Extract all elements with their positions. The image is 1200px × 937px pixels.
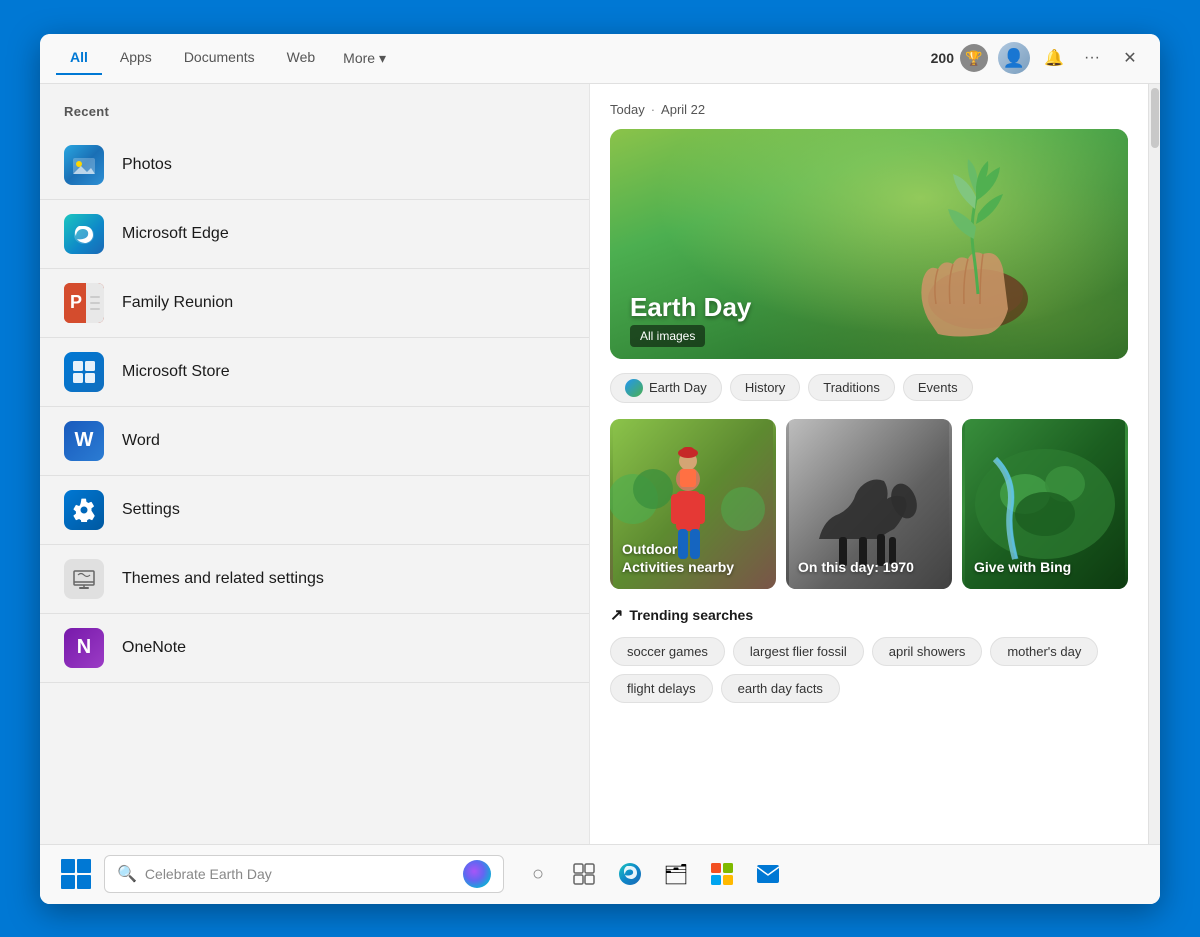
edge-taskbar-icon[interactable] — [616, 860, 644, 888]
tag-earth-day[interactable]: Earth Day — [610, 373, 722, 403]
trending-title: ↗ Trending searches — [610, 605, 1128, 625]
date-label: Today · April 22 — [610, 102, 1128, 117]
right-panel: Today · April 22 — [590, 84, 1148, 904]
top-bar-right: 200 🏆 👤 🔔 ··· ✕ — [931, 42, 1144, 74]
settings-icon — [64, 490, 104, 530]
app-name-word: Word — [122, 432, 160, 450]
tab-documents[interactable]: Documents — [170, 41, 269, 75]
app-item-edge[interactable]: Microsoft Edge — [40, 200, 589, 269]
task-view-icon[interactable] — [570, 860, 598, 888]
edge-icon — [64, 214, 104, 254]
earth-globe-icon — [625, 379, 643, 397]
app-item-family-reunion[interactable]: P Family Reunion — [40, 269, 589, 338]
card-bing-label: Give with Bing — [974, 558, 1071, 576]
tag-events[interactable]: Events — [903, 374, 973, 401]
app-item-store[interactable]: Microsoft Store — [40, 338, 589, 407]
themes-icon — [64, 559, 104, 599]
app-name-edge: Microsoft Edge — [122, 225, 229, 243]
close-icon[interactable]: ✕ — [1116, 44, 1144, 72]
trending-section: ↗ Trending searches soccer games largest… — [610, 605, 1128, 703]
photos-icon — [64, 145, 104, 185]
app-item-themes[interactable]: Themes and related settings — [40, 545, 589, 614]
app-name-family-reunion: Family Reunion — [122, 294, 233, 312]
tag-history[interactable]: History — [730, 374, 800, 401]
store-taskbar-icon[interactable] — [708, 860, 736, 888]
date-separator: · — [651, 102, 655, 117]
score-badge: 200 🏆 — [931, 44, 988, 72]
search-placeholder: Celebrate Earth Day — [145, 866, 455, 882]
trending-chip-3[interactable]: mother's day — [990, 637, 1098, 666]
app-name-settings: Settings — [122, 501, 180, 519]
more-options-icon[interactable]: ··· — [1078, 44, 1106, 72]
cards-row: OutdoorActivities nearby — [610, 419, 1128, 589]
app-item-settings[interactable]: Settings — [40, 476, 589, 545]
recent-label: Recent — [40, 104, 589, 131]
trending-chip-0[interactable]: soccer games — [610, 637, 725, 666]
trending-title-text: Trending searches — [629, 607, 753, 623]
person-icon[interactable]: 🔔 — [1040, 44, 1068, 72]
file-explorer-taskbar-icon[interactable]: 🗂 — [662, 860, 690, 888]
trending-chip-2[interactable]: april showers — [872, 637, 983, 666]
card-history-label: On this day: 1970 — [798, 558, 914, 576]
tab-apps[interactable]: Apps — [106, 41, 166, 75]
circle-task-icon[interactable]: ○ — [524, 860, 552, 888]
left-panel: Recent Photos — [40, 84, 590, 904]
main-content: Recent Photos — [40, 84, 1160, 904]
score-value: 200 — [931, 50, 954, 66]
tab-all[interactable]: All — [56, 41, 102, 75]
search-icon: 🔍 — [117, 864, 137, 884]
scroll-thumb[interactable] — [1151, 88, 1159, 148]
card-outdoor[interactable]: OutdoorActivities nearby — [610, 419, 776, 589]
tag-traditions[interactable]: Traditions — [808, 374, 895, 401]
date-value: April 22 — [661, 102, 705, 117]
trending-chip-1[interactable]: largest flier fossil — [733, 637, 864, 666]
card-outdoor-label: OutdoorActivities nearby — [622, 540, 734, 576]
taskbar-icons: ○ — [524, 860, 782, 888]
word-icon: W — [64, 421, 104, 461]
trending-chips: soccer games largest flier fossil april … — [610, 637, 1128, 703]
hero-card[interactable]: Earth Day All images — [610, 129, 1128, 359]
scroll-track[interactable] — [1148, 84, 1160, 904]
tab-web[interactable]: Web — [273, 41, 330, 75]
app-name-photos: Photos — [122, 156, 172, 174]
app-item-photos[interactable]: Photos — [40, 131, 589, 200]
card-history[interactable]: On this day: 1970 — [786, 419, 952, 589]
card-bing[interactable]: Give with Bing — [962, 419, 1128, 589]
trending-chip-5[interactable]: earth day facts — [721, 674, 840, 703]
app-item-onenote[interactable]: N OneNote — [40, 614, 589, 683]
avatar[interactable]: 👤 — [998, 42, 1030, 74]
hero-plant-svg — [848, 139, 1108, 359]
app-name-themes: Themes and related settings — [122, 570, 324, 588]
trending-arrow-icon: ↗ — [610, 605, 623, 625]
date-prefix: Today — [610, 102, 645, 117]
mail-taskbar-icon[interactable] — [754, 860, 782, 888]
taskbar: 🔍 Celebrate Earth Day ○ — [40, 844, 1160, 904]
app-name-onenote: OneNote — [122, 639, 186, 657]
hero-title: Earth Day — [630, 292, 751, 323]
top-bar: All Apps Documents Web More ▾ 200 🏆 👤 🔔 … — [40, 34, 1160, 84]
powerpoint-icon: P — [64, 283, 104, 323]
app-item-word[interactable]: W Word — [40, 407, 589, 476]
tags-row: Earth Day History Traditions Events — [610, 373, 1128, 403]
hero-text: Earth Day — [630, 292, 751, 323]
trending-chip-4[interactable]: flight delays — [610, 674, 713, 703]
trophy-icon[interactable]: 🏆 — [960, 44, 988, 72]
search-bar[interactable]: 🔍 Celebrate Earth Day — [104, 855, 504, 893]
store-icon — [64, 352, 104, 392]
bing-ball-icon — [463, 860, 491, 888]
app-name-store: Microsoft Store — [122, 363, 230, 381]
search-window: All Apps Documents Web More ▾ 200 🏆 👤 🔔 … — [40, 34, 1160, 904]
tag-earth-day-label: Earth Day — [649, 380, 707, 395]
tab-bar: All Apps Documents Web More ▾ — [56, 41, 931, 75]
onenote-icon: N — [64, 628, 104, 668]
tab-more[interactable]: More ▾ — [333, 42, 396, 75]
hero-badge[interactable]: All images — [630, 325, 705, 347]
windows-start-icon[interactable] — [60, 858, 92, 890]
